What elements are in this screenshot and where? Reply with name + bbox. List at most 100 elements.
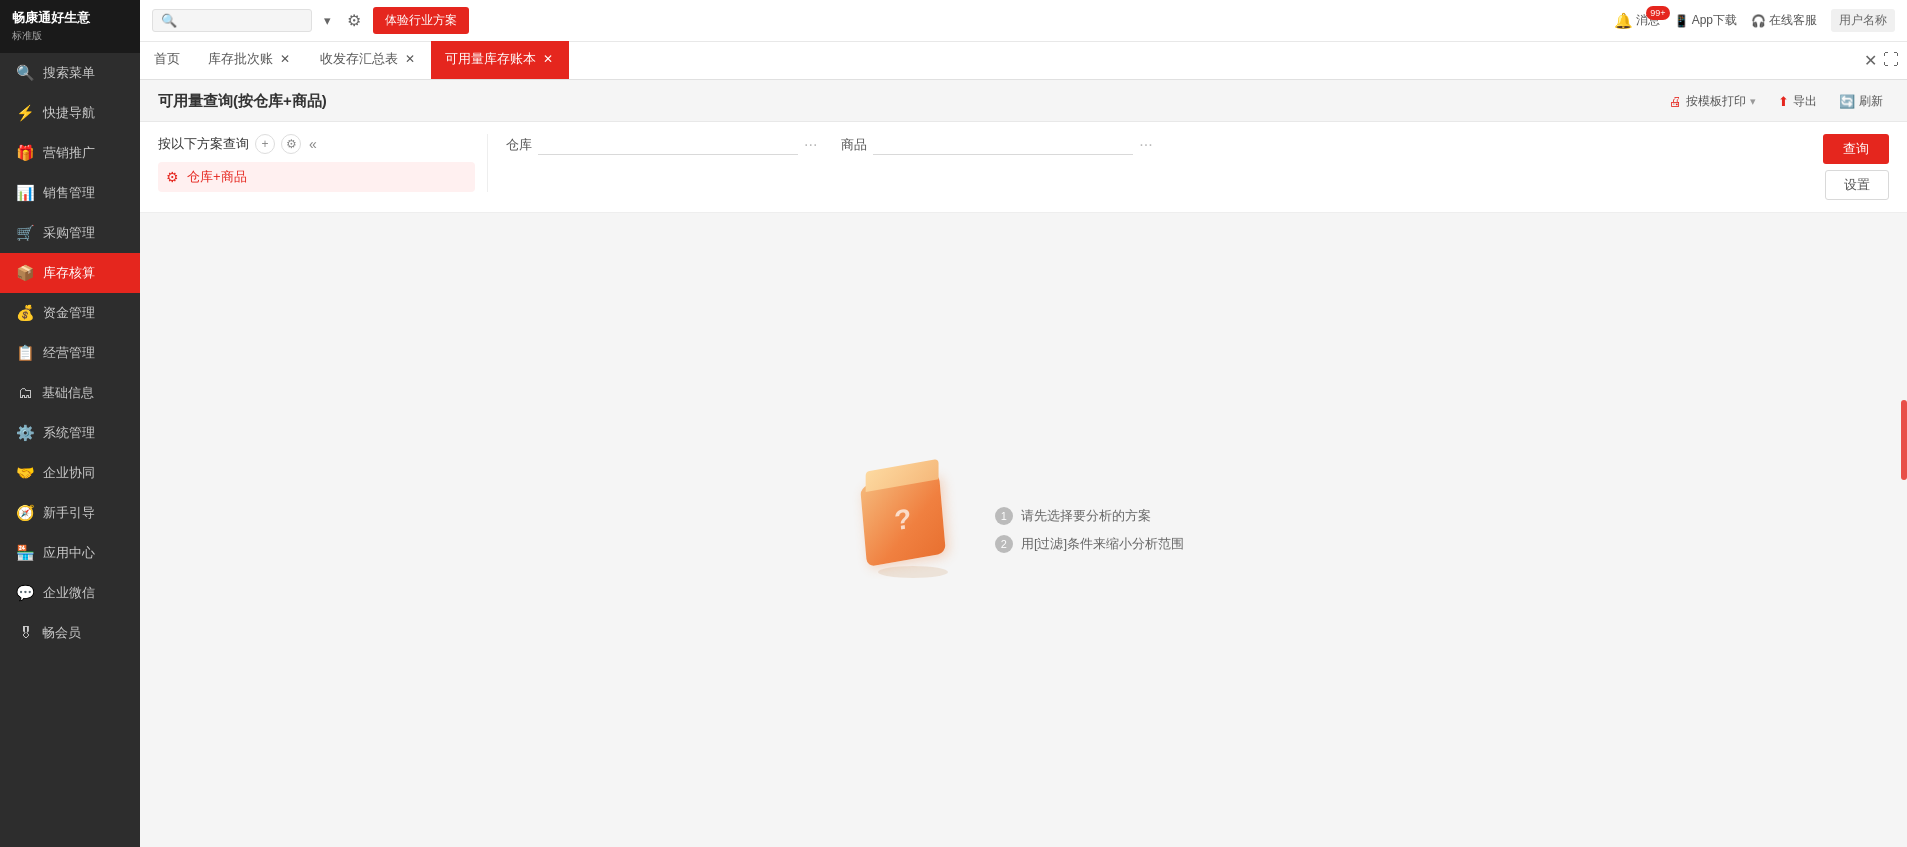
empty-hint-1: 1 请先选择要分析的方案 [995,507,1184,525]
empty-shadow [878,566,948,578]
tab-deposit-summary-label: 收发存汇总表 [320,50,398,68]
tab-close-all-button[interactable]: ✕ [1864,51,1877,70]
empty-illustration [863,480,963,580]
empty-hint-2: 2 用[过滤]条件来缩小分析范围 [995,535,1184,553]
sidebar-item-corp[interactable]: 🤝 企业协同 [0,453,140,493]
hint-text-2: 用[过滤]条件来缩小分析范围 [1021,535,1184,553]
sidebar-item-basic[interactable]: 🗂 基础信息 [0,373,140,413]
warehouse-dots[interactable]: ··· [804,136,817,154]
goods-dots[interactable]: ··· [1139,136,1152,154]
sidebar-item-wechat[interactable]: 💬 企业微信 [0,573,140,613]
hint-num-2: 2 [995,535,1013,553]
sidebar-item-apps[interactable]: 🏪 应用中心 [0,533,140,573]
edit-scheme-button[interactable]: ⚙ [281,134,301,154]
sidebar-item-guide[interactable]: 🧭 新手引导 [0,493,140,533]
sidebar-item-sales[interactable]: 📊 销售管理 [0,173,140,213]
empty-cube [860,473,946,567]
sidebar-scroll: 🔍 搜索菜单 ⚡ 快捷导航 🎁 营销推广 📊 销售管理 🛒 采购管理 📦 库存核… [0,53,140,847]
tab-deposit-summary[interactable]: 收发存汇总表 ✕ [306,41,431,79]
message-button[interactable]: 🔔 消息 99+ [1614,12,1660,30]
sidebar-item-inventory[interactable]: 📦 库存核算 [0,253,140,293]
collapse-panel-button[interactable]: « [307,136,319,152]
template-print-label: 按模板打印 [1686,93,1746,110]
sidebar-item-label: 快捷导航 [43,104,95,122]
empty-state: 1 请先选择要分析的方案 2 用[过滤]条件来缩小分析范围 [140,213,1907,847]
tab-batch-ledger-close[interactable]: ✕ [278,52,292,66]
scheme-item-warehouse-goods[interactable]: ⚙ 仓库+商品 [158,162,475,192]
tab-available-ledger[interactable]: 可用量库存账本 ✕ [431,41,569,79]
sidebar: 畅康通好生意 标准版 🔍 搜索菜单 ⚡ 快捷导航 🎁 营销推广 📊 销售管理 🛒… [0,0,140,847]
filter-goods: 商品 ··· [841,134,1152,155]
tab-deposit-summary-close[interactable]: ✕ [403,52,417,66]
print-dropdown-icon[interactable]: ▾ [1750,95,1756,108]
topbar: 🔍 ▾ ⚙ 体验行业方案 🔔 消息 99+ 📱 App下载 🎧 在线客服 用户名… [140,0,1907,42]
query-actions: 查询 设置 [1823,134,1889,200]
tab-available-ledger-close[interactable]: ✕ [541,52,555,66]
sidebar-item-system[interactable]: ⚙️ 系统管理 [0,413,140,453]
filter-warehouse: 仓库 ··· [506,134,817,155]
sidebar-item-member[interactable]: 🎖 畅会员 [0,613,140,653]
search-icon: 🔍 [16,64,35,82]
user-name: 用户名称 [1839,13,1887,27]
lightning-icon: ⚡ [16,104,35,122]
money-icon: 💰 [16,304,35,322]
print-icon: 🖨 [1669,94,1682,109]
refresh-button[interactable]: 🔄 刷新 [1833,90,1889,113]
sidebar-item-label: 资金管理 [43,304,95,322]
page-actions: 🖨 按模板打印 ▾ ⬆ 导出 🔄 刷新 [1663,90,1889,113]
industry-solution-button[interactable]: 体验行业方案 [373,7,469,34]
sidebar-item-search[interactable]: 🔍 搜索菜单 [0,53,140,93]
warehouse-label: 仓库 [506,136,532,154]
scheme-label: 按以下方案查询 [158,135,249,153]
sidebar-item-label: 企业协同 [43,464,95,482]
cart-icon: 🛒 [16,224,35,242]
hint-text-1: 请先选择要分析的方案 [1021,507,1151,525]
tab-batch-ledger[interactable]: 库存批次账 ✕ [194,41,306,79]
folder-icon: 🗂 [16,384,34,401]
tabs-bar: 首页 库存批次账 ✕ 收发存汇总表 ✕ 可用量库存账本 ✕ ✕ ⛶ [140,42,1907,80]
sidebar-item-finance[interactable]: 💰 资金管理 [0,293,140,333]
query-fields: 仓库 ··· 商品 ··· [488,134,1823,155]
refresh-label: 刷新 [1859,93,1883,110]
tab-fullscreen-button[interactable]: ⛶ [1883,51,1899,69]
page-titlebar: 可用量查询(按仓库+商品) 🖨 按模板打印 ▾ ⬆ 导出 🔄 刷新 [140,80,1907,122]
headset-icon: 🎧 [1751,14,1766,28]
app-tag: 标准版 [12,29,42,43]
online-service-button[interactable]: 🎧 在线客服 [1751,12,1817,29]
compass-icon: 🧭 [16,504,35,522]
wechat-icon: 💬 [16,584,35,602]
export-button[interactable]: ⬆ 导出 [1772,90,1823,113]
sidebar-item-label: 新手引导 [43,504,95,522]
sidebar-item-purchase[interactable]: 🛒 采购管理 [0,213,140,253]
template-print-button[interactable]: 🖨 按模板打印 ▾ [1663,90,1762,113]
sidebar-item-label: 营销推广 [43,144,95,162]
topbar-search-input[interactable] [181,14,281,28]
add-scheme-button[interactable]: + [255,134,275,154]
topbar-dropdown-button[interactable]: ▾ [320,11,335,30]
tabs-right-actions: ✕ ⛶ [1864,41,1907,79]
sidebar-item-operation[interactable]: 📋 经营管理 [0,333,140,373]
sidebar-item-label: 企业微信 [43,584,95,602]
user-menu[interactable]: 用户名称 [1831,9,1895,32]
sidebar-item-label: 基础信息 [42,384,94,402]
setting-button[interactable]: 设置 [1825,170,1889,200]
query-scheme-header: 按以下方案查询 + ⚙ « [158,134,475,154]
right-scrollbar [1901,400,1907,480]
app-download-label: App下载 [1692,12,1737,29]
phone-icon: 📱 [1674,14,1689,28]
goods-input[interactable] [873,134,1133,155]
bell-icon: 🔔 [1614,12,1633,30]
warehouse-input[interactable] [538,134,798,155]
app-download-button[interactable]: 📱 App下载 [1674,12,1737,29]
tab-home[interactable]: 首页 [140,41,194,79]
query-button[interactable]: 查询 [1823,134,1889,164]
chart-icon: 📊 [16,184,35,202]
topbar-gear-icon[interactable]: ⚙ [343,9,365,32]
scheme-item-icon: ⚙ [166,169,179,185]
sidebar-item-marketing[interactable]: 🎁 营销推广 [0,133,140,173]
gear-icon: ⚙️ [16,424,35,442]
sidebar-item-label: 系统管理 [43,424,95,442]
handshake-icon: 🤝 [16,464,35,482]
sidebar-item-shortcut[interactable]: ⚡ 快捷导航 [0,93,140,133]
sidebar-item-label: 经营管理 [43,344,95,362]
